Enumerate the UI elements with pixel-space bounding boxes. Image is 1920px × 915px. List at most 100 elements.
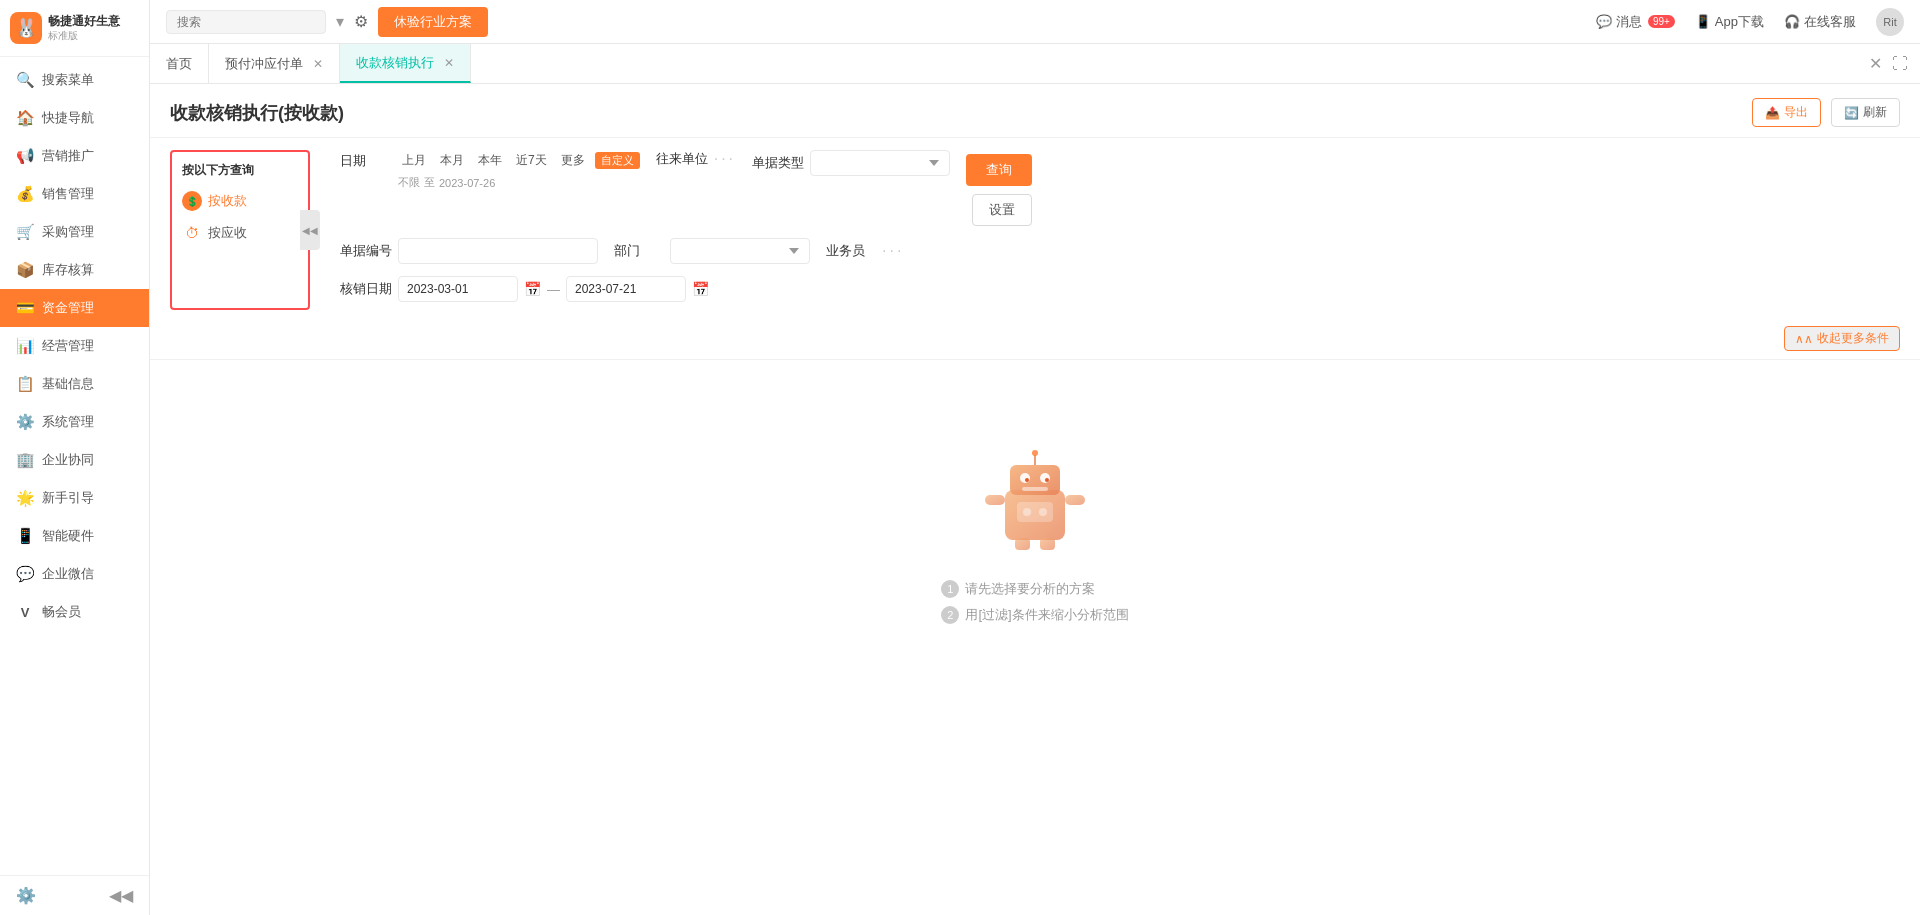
tab-prepay-close[interactable]: ✕ <box>313 57 323 71</box>
date-custom-badge[interactable]: 自定义 <box>595 152 640 169</box>
messages-item[interactable]: 💬 消息 99+ <box>1596 13 1675 31</box>
collapse-sidebar-icon[interactable]: ◀◀ <box>109 886 133 905</box>
tab-home[interactable]: 首页 <box>150 44 209 83</box>
date-default-val: 2023-07-26 <box>439 177 495 189</box>
sidebar-item-label: 营销推广 <box>42 147 94 165</box>
sidebar-item-finance[interactable]: 💳 资金管理 <box>0 289 149 327</box>
counterparty-ellipsis[interactable]: ··· <box>714 150 736 168</box>
svg-point-14 <box>1023 508 1031 516</box>
date-no-limit: 不限 <box>398 175 420 190</box>
doc-no-label: 单据编号 <box>340 242 392 260</box>
svg-rect-6 <box>985 495 1005 505</box>
search-menu-icon: 🔍 <box>16 71 34 89</box>
calendar-start-icon[interactable]: 📅 <box>524 281 541 297</box>
topbar-right: 💬 消息 99+ 📱 App下载 🎧 在线客服 Rit <box>1596 8 1904 36</box>
sidebar-item-wechat[interactable]: 💬 企业微信 <box>0 555 149 593</box>
expand-tabs-icon[interactable]: ⛶ <box>1892 55 1908 73</box>
sidebar-item-label: 基础信息 <box>42 375 94 393</box>
tab-collection[interactable]: 收款核销执行 ✕ <box>340 44 471 83</box>
date-this-year[interactable]: 本年 <box>474 150 506 171</box>
query-button[interactable]: 查询 <box>966 154 1032 186</box>
doc-type-select[interactable] <box>810 150 950 176</box>
search-input[interactable] <box>166 10 326 34</box>
salesperson-label: 业务员 <box>826 242 876 260</box>
sidebar-item-system[interactable]: ⚙️ 系统管理 <box>0 403 149 441</box>
sidebar-item-label: 智能硬件 <box>42 527 94 545</box>
dept-label: 部门 <box>614 242 664 260</box>
close-all-tabs-icon[interactable]: ✕ <box>1869 54 1882 73</box>
settings-footer-icon[interactable]: ⚙️ <box>16 886 36 905</box>
date-to-label: 至 <box>424 175 435 190</box>
date-last-month[interactable]: 上月 <box>398 150 430 171</box>
writeoff-date-end[interactable] <box>566 276 686 302</box>
sidebar-item-basic-info[interactable]: 📋 基础信息 <box>0 365 149 403</box>
sidebar-item-quick-nav[interactable]: 🏠 快捷导航 <box>0 99 149 137</box>
industry-btn[interactable]: 休验行业方案 <box>378 7 488 37</box>
collapse-more-btn[interactable]: ∧∧ 收起更多条件 <box>1784 326 1900 351</box>
operations-icon: 📊 <box>16 337 34 355</box>
svg-rect-8 <box>1015 538 1030 550</box>
sidebar-item-hardware[interactable]: 📱 智能硬件 <box>0 517 149 555</box>
writeoff-date-start[interactable] <box>398 276 518 302</box>
enterprise-icon: 🏢 <box>16 451 34 469</box>
settings-button[interactable]: 设置 <box>972 194 1032 226</box>
sidebar-item-sales[interactable]: 💰 销售管理 <box>0 175 149 213</box>
gear-icon[interactable]: ⚙ <box>354 12 368 31</box>
tab-prepay[interactable]: 预付冲应付单 ✕ <box>209 44 340 83</box>
export-button[interactable]: 📤 导出 <box>1752 98 1821 127</box>
filter-main: 日期 上月 本月 本年 近7天 更多 自定义 <box>320 150 1920 322</box>
refresh-button[interactable]: 🔄 刷新 <box>1831 98 1900 127</box>
by-receivable-label: 按应收 <box>208 224 247 242</box>
svg-point-3 <box>1040 473 1050 483</box>
app-icon: 📱 <box>1695 14 1711 29</box>
svg-rect-13 <box>1017 502 1053 522</box>
user-avatar[interactable]: Rit <box>1876 8 1904 36</box>
sidebar-item-operations[interactable]: 📊 经营管理 <box>0 327 149 365</box>
empty-tip-1: 1 请先选择要分析的方案 <box>941 580 1128 598</box>
empty-tip-2: 2 用[过滤]条件来缩小分析范围 <box>941 606 1128 624</box>
sidebar-item-search-menu[interactable]: 🔍 搜索菜单 <box>0 61 149 99</box>
home-icon: 🏠 <box>16 109 34 127</box>
sidebar-item-label: 库存核算 <box>42 261 94 279</box>
tab-home-label: 首页 <box>166 55 192 73</box>
empty-state: 1 请先选择要分析的方案 2 用[过滤]条件来缩小分析范围 <box>150 360 1920 704</box>
sidebar-item-purchase[interactable]: 🛒 采购管理 <box>0 213 149 251</box>
date-more[interactable]: 更多 <box>557 150 589 171</box>
sidebar-item-member[interactable]: V 畅会员 <box>0 593 149 631</box>
sales-icon: 💰 <box>16 185 34 203</box>
content-inner: 收款核销执行(按收款) 📤 导出 🔄 刷新 按以下方查询 <box>150 84 1920 915</box>
date-this-month[interactable]: 本月 <box>436 150 468 171</box>
doc-no-input[interactable] <box>398 238 598 264</box>
filter-sidebar-collapse-btn[interactable]: ◀◀ <box>300 210 320 250</box>
sidebar-item-inventory[interactable]: 📦 库存核算 <box>0 251 149 289</box>
logo-icon: 🐰 <box>10 12 42 44</box>
dept-select[interactable] <box>670 238 810 264</box>
dropdown-arrow-icon[interactable]: ▾ <box>336 12 344 31</box>
tab-collection-close[interactable]: ✕ <box>444 56 454 70</box>
svg-point-15 <box>1039 508 1047 516</box>
sidebar-item-label: 经营管理 <box>42 337 94 355</box>
tab-prepay-label: 预付冲应付单 <box>225 55 303 73</box>
chevron-up-icon: ∧∧ <box>1795 332 1813 346</box>
sidebar-item-marketing[interactable]: 📢 营销推广 <box>0 137 149 175</box>
service-item[interactable]: 🎧 在线客服 <box>1784 13 1856 31</box>
sidebar-item-label: 企业协同 <box>42 451 94 469</box>
counterparty-label: 往来单位 <box>656 150 708 168</box>
search-wrap <box>166 10 326 34</box>
svg-rect-9 <box>1040 538 1055 550</box>
app-label: App下载 <box>1715 13 1764 31</box>
refresh-icon: 🔄 <box>1844 106 1859 120</box>
svg-point-2 <box>1020 473 1030 483</box>
empty-illustration <box>975 440 1095 560</box>
filter-sidebar: 按以下方查询 💲 按收款 ⏱ 按应收 ◀◀ <box>170 150 310 310</box>
filter-by-collection[interactable]: 💲 按收款 <box>172 185 308 217</box>
sidebar-item-label: 畅会员 <box>42 603 81 621</box>
app-download-item[interactable]: 📱 App下载 <box>1695 13 1764 31</box>
filter-by-receivable[interactable]: ⏱ 按应收 <box>172 217 308 249</box>
salesperson-ellipsis[interactable]: ··· <box>882 242 904 260</box>
sidebar-item-guide[interactable]: 🌟 新手引导 <box>0 479 149 517</box>
calendar-end-icon[interactable]: 📅 <box>692 281 709 297</box>
date-last-7[interactable]: 近7天 <box>512 150 551 171</box>
sidebar-item-enterprise[interactable]: 🏢 企业协同 <box>0 441 149 479</box>
sidebar-item-label: 企业微信 <box>42 565 94 583</box>
